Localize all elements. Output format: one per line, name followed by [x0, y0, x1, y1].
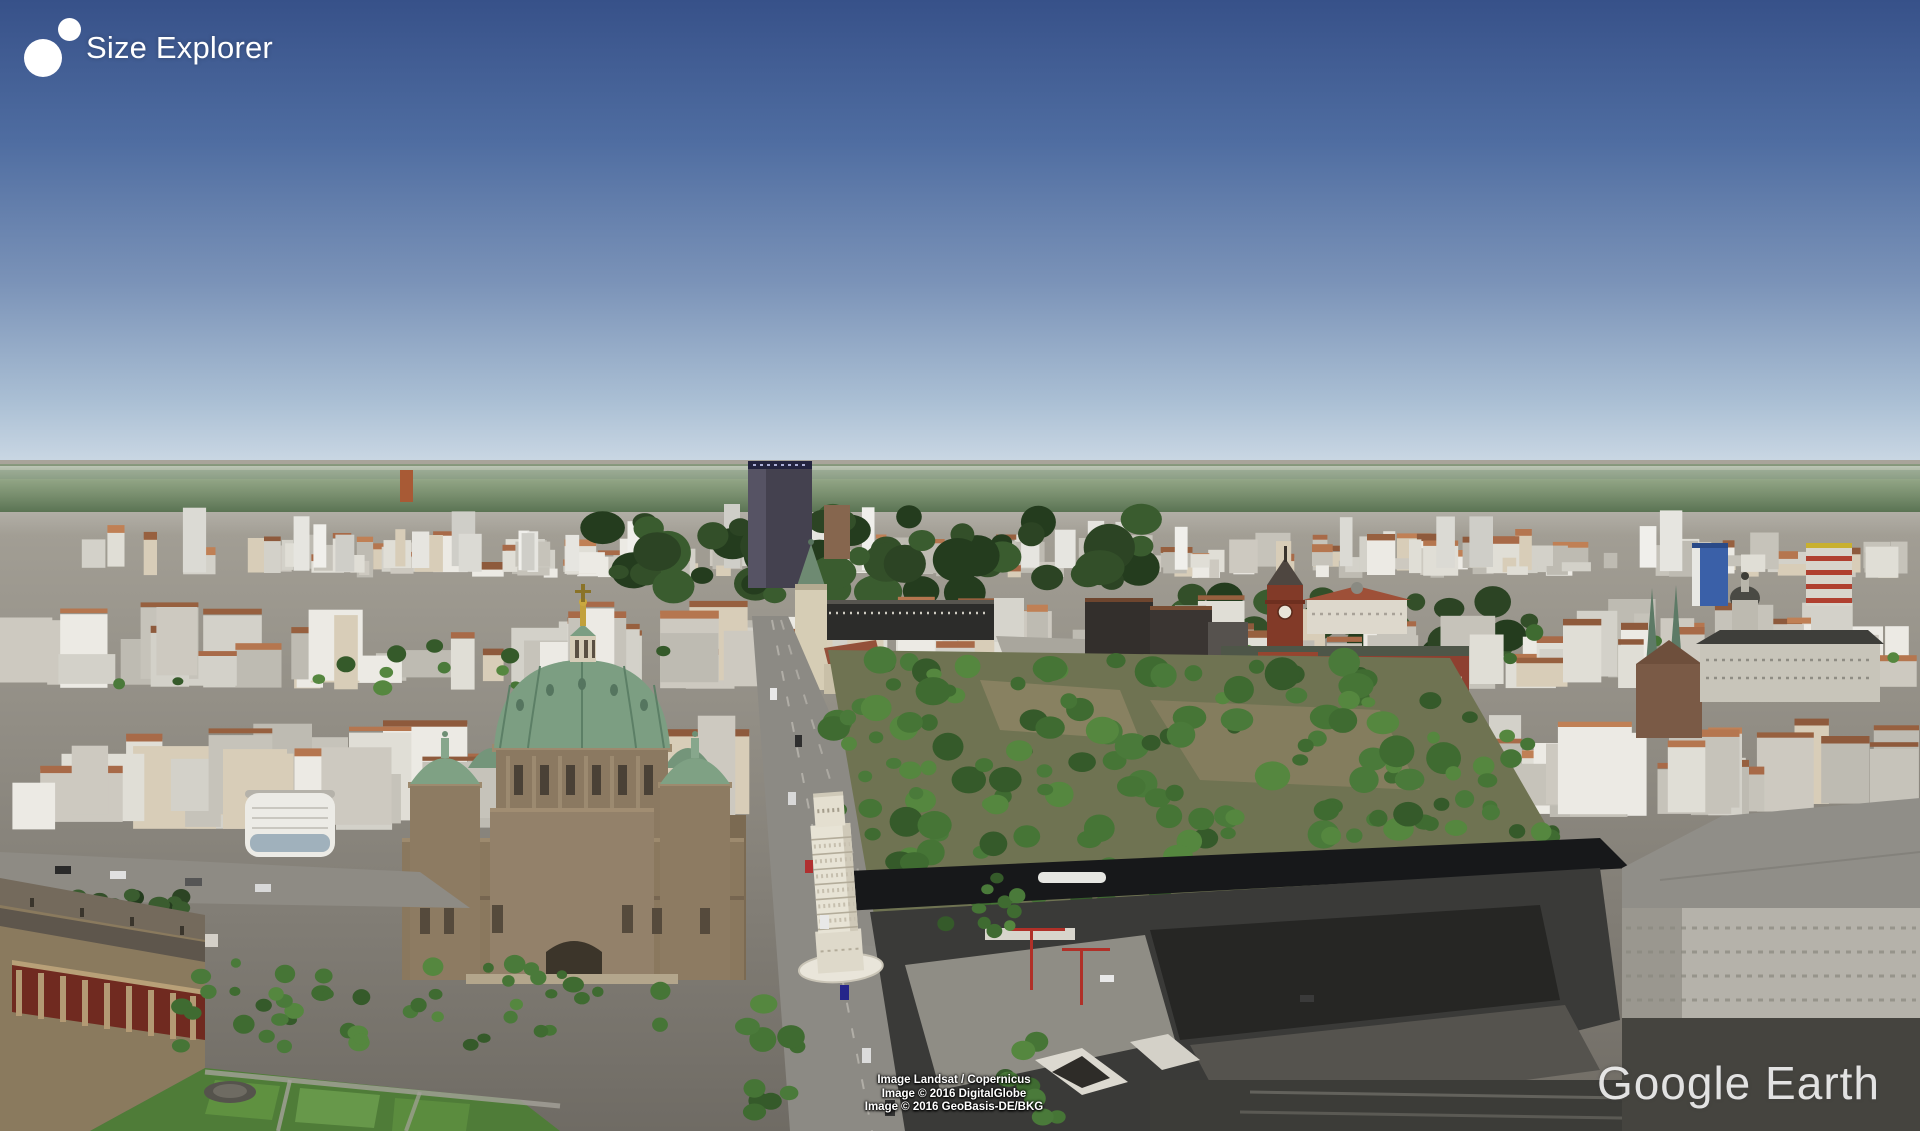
attribution-line: Image © 2016 DigitalGlobe [881, 1087, 1027, 1100]
city-3d-scene [0, 0, 1920, 1131]
sky [0, 0, 1920, 472]
curved-white-building [245, 790, 335, 857]
cathedral-gold-spire [580, 604, 586, 626]
construction-crane [1080, 950, 1083, 1005]
red-white-highrise [1806, 543, 1852, 606]
building-banner [824, 505, 850, 559]
google-earth-watermark: Google Earth [1596, 1057, 1880, 1109]
google-earth-viewport[interactable]: Size Explorer Image Landsat / Copernicus… [0, 0, 1920, 1131]
imagery-attribution: Image Landsat / Copernicus Image © 2016 … [865, 1074, 1044, 1115]
attribution-line: Image Landsat / Copernicus [877, 1074, 1031, 1086]
orange-chimney-far [400, 470, 413, 502]
logo-large-circle-icon [24, 39, 62, 77]
logo-small-circle-icon [58, 18, 81, 41]
blue-highrise [1692, 543, 1728, 606]
size-explorer-logo[interactable]: Size Explorer [24, 16, 273, 80]
rathaus-clock [1277, 604, 1293, 620]
logo-title: Size Explorer [86, 30, 273, 65]
river-boat [1038, 872, 1106, 883]
construction-crane [1030, 930, 1033, 990]
attribution-line: Image © 2016 GeoBasis-DE/BKG [864, 1101, 1044, 1113]
